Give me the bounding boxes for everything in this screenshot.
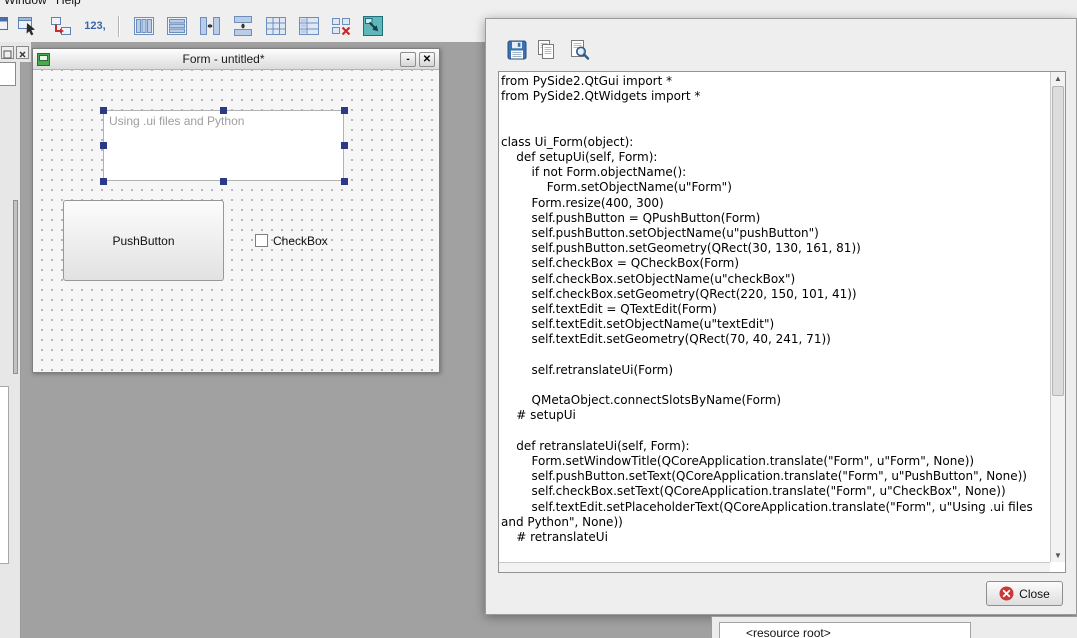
scroll-up-icon[interactable]: ▲ (1051, 72, 1065, 85)
widgetbox-filter-input[interactable] (0, 62, 16, 86)
selection-handle-middle-left[interactable] (100, 142, 107, 149)
left-panel-edge (0, 386, 9, 564)
resource-root-item[interactable]: <resource root> (719, 622, 971, 638)
selection-handle-bottom-right[interactable] (341, 178, 348, 185)
adjust-size-icon[interactable] (361, 14, 385, 38)
qt-designer-window: Window Help 123, (0, 0, 1077, 638)
edit-tab-order-icon[interactable]: 123, (80, 14, 110, 38)
save-icon[interactable] (505, 38, 529, 62)
selection-handle-top-left[interactable] (100, 107, 107, 114)
edit-widgets-icon[interactable] (16, 14, 40, 38)
layout-grid-icon[interactable] (264, 14, 288, 38)
toolbar-separator (118, 16, 120, 37)
textedit-widget[interactable]: Using .ui files and Python (103, 110, 344, 181)
dock-close-icon[interactable] (16, 46, 29, 59)
break-layout-icon[interactable] (329, 14, 353, 38)
scroll-down-icon[interactable]: ▼ (1051, 549, 1065, 562)
selection-handle-top-middle[interactable] (220, 107, 227, 114)
splitter-vertical-icon[interactable] (231, 14, 255, 38)
menubar: Window Help (0, 0, 1077, 9)
selection-handle-middle-right[interactable] (341, 142, 348, 149)
layout-vertical-icon[interactable] (165, 14, 189, 38)
code-view[interactable]: from PySide2.QtGui import * from PySide2… (498, 71, 1066, 573)
splitter-horizontal-icon[interactable] (198, 14, 222, 38)
dock-float-button[interactable] (1, 46, 14, 59)
menu-help[interactable]: Help (56, 0, 81, 7)
close-icon (999, 586, 1014, 601)
layout-form-icon[interactable] (297, 14, 321, 38)
form-canvas[interactable]: Using .ui files and Python PushButton Ch… (33, 70, 439, 372)
widgetbox-scrollbar[interactable] (13, 200, 18, 374)
vertical-scrollbar[interactable]: ▲ ▼ (1050, 72, 1065, 562)
form-window-titlebar[interactable]: Form - untitled* - ✕ (33, 49, 439, 70)
close-window-button[interactable]: ✕ (419, 52, 435, 67)
menu-window[interactable]: Window (4, 0, 47, 7)
layout-horizontal-icon[interactable] (132, 14, 156, 38)
horizontal-scrollbar[interactable] (499, 562, 1050, 572)
code-preview-dialog: from PySide2.QtGui import * from PySide2… (485, 18, 1077, 615)
generated-python-code: from PySide2.QtGui import * from PySide2… (501, 74, 1048, 560)
close-button[interactable]: Close (986, 581, 1063, 606)
scrollbar-thumb[interactable] (1052, 86, 1064, 396)
checkbox-widget[interactable]: CheckBox (255, 220, 354, 261)
checkbox-indicator[interactable] (255, 234, 268, 247)
tab-order-label: 123, (84, 20, 105, 32)
minimize-button[interactable]: - (400, 52, 416, 67)
pushbutton-widget[interactable]: PushButton (63, 200, 224, 281)
copy-icon[interactable] (534, 38, 558, 62)
close-button-label: Close (1019, 587, 1050, 601)
selection-handle-bottom-left[interactable] (100, 178, 107, 185)
find-icon[interactable] (567, 38, 591, 62)
new-form-icon[interactable] (0, 14, 11, 38)
form-window-icon (37, 53, 50, 66)
form-window-title: Form - untitled* (50, 52, 397, 66)
edit-signals-slots-icon[interactable] (49, 14, 73, 38)
selection-handle-top-right[interactable] (341, 107, 348, 114)
selection-handle-bottom-middle[interactable] (220, 178, 227, 185)
resource-browser-panel: <resource root> (711, 616, 1077, 638)
form-editor-window: Form - untitled* - ✕ Using .ui files and… (32, 48, 440, 373)
checkbox-label: CheckBox (273, 234, 328, 248)
